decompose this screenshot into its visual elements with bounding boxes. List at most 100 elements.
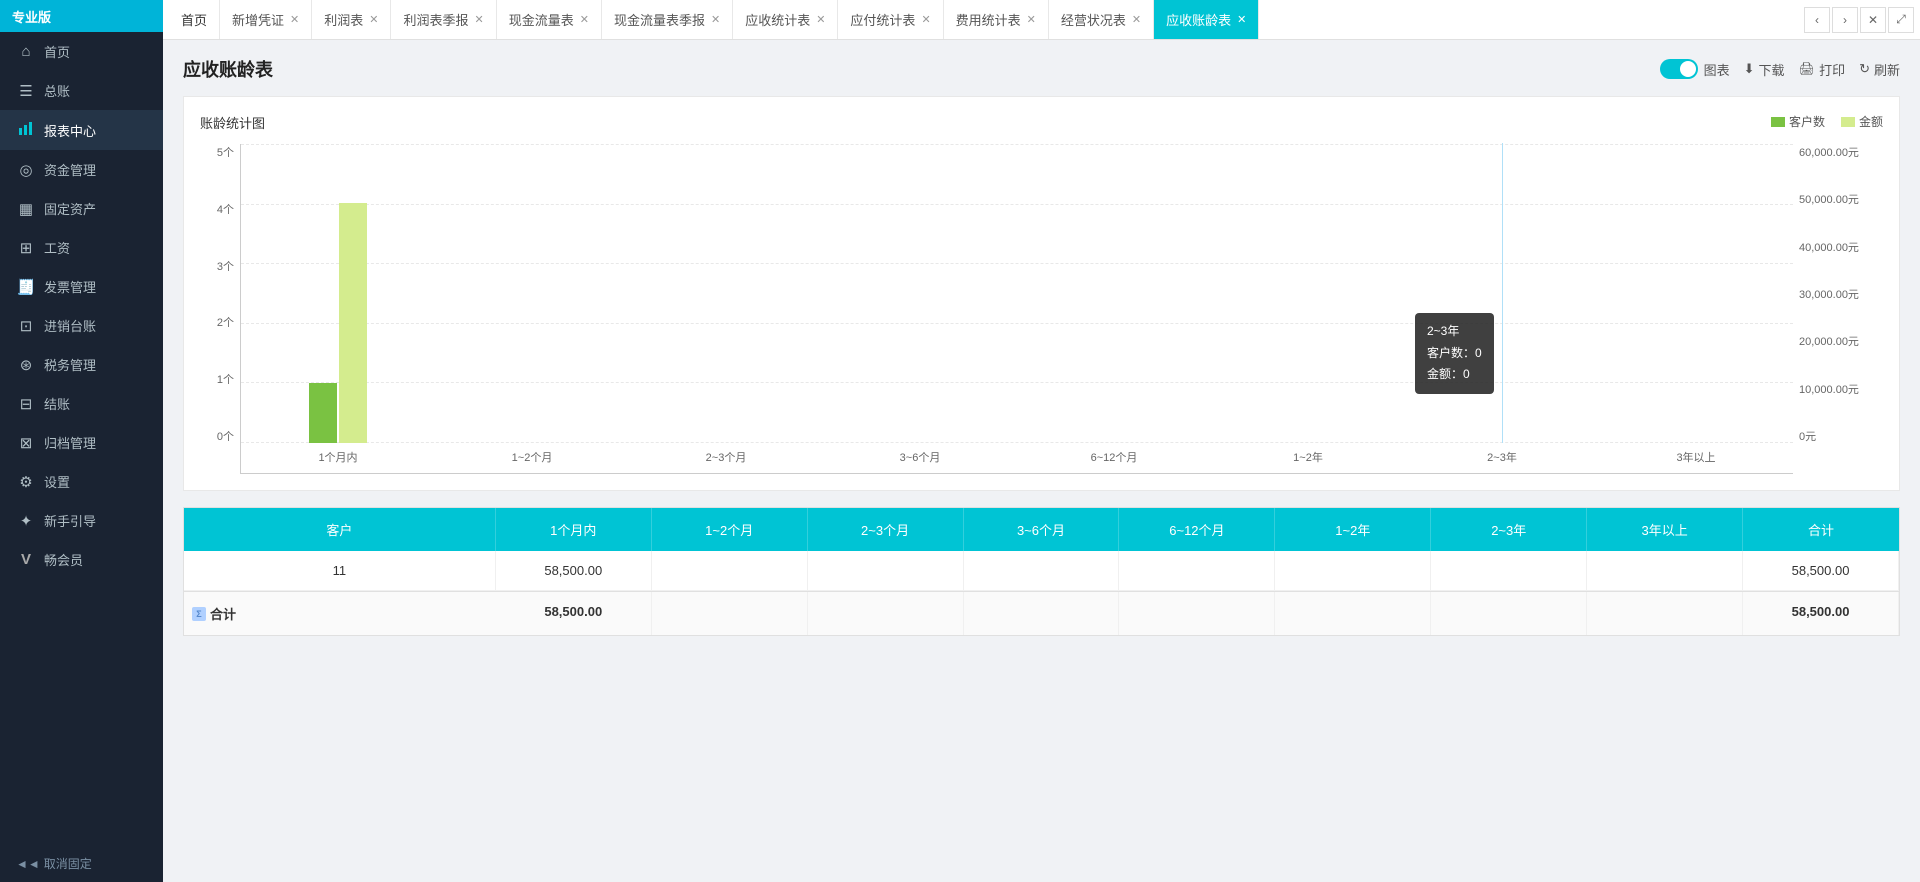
sidebar-item-guide[interactable]: ✦ 新手引导 [0,501,163,540]
collapse-icon: ◄◄ [16,857,40,871]
tab-close-icon[interactable]: ✕ [290,13,299,26]
tab-profit[interactable]: 利润表 ✕ [312,0,391,40]
tab-voucher[interactable]: 新增凭证 ✕ [220,0,312,40]
tab-cashflow-quarter[interactable]: 现金流量表季报 ✕ [602,0,733,40]
y-label: 1个 [217,371,234,387]
x-label-2: 2~3个月 [629,443,823,473]
th-year3plus: 3年以上 [1587,508,1743,551]
amount-bar-0[interactable] [339,203,367,443]
print-button[interactable]: 🖨 打印 [1799,60,1846,79]
download-icon: ⬇ [1744,61,1755,77]
footer-month12 [652,592,808,635]
th-month36: 3~6个月 [964,508,1120,551]
th-total: 合计 [1743,508,1899,551]
tooltip-amount: 金额：0 [1427,364,1482,386]
toggle-track[interactable] [1660,59,1698,79]
x-label-6: 2~3年 [1405,443,1599,473]
tab-close-icon[interactable]: ✕ [580,13,589,26]
tab-next-button[interactable]: › [1832,7,1858,33]
tab-business-stat[interactable]: 经营状况表 ✕ [1049,0,1154,40]
tab-close-icon[interactable]: ✕ [711,13,720,26]
sidebar-item-archive[interactable]: ⊠ 归档管理 [0,423,163,462]
tab-bar: 首页 新增凭证 ✕ 利润表 ✕ 利润表季报 ✕ 现金流量表 ✕ 现金流量表季报 … [163,0,1920,40]
chart-inner: 2~3年 客户数：0 金额：0 1个月内 [240,144,1793,474]
legend-customer-label: 客户数 [1789,113,1825,130]
y-right-label: 30,000.00元 [1799,286,1859,302]
assets-icon: ▦ [16,200,36,218]
sidebar-item-settings[interactable]: ⚙ 设置 [0,462,163,501]
tab-expand-button[interactable]: ⤢ [1888,7,1914,33]
x-label-3: 3~6个月 [823,443,1017,473]
x-label-1: 1~2个月 [435,443,629,473]
x-label-4: 6~12个月 [1017,443,1211,473]
td-total: 58,500.00 [1743,551,1899,590]
footer-month36 [964,592,1120,635]
download-button[interactable]: ⬇ 下载 [1744,60,1785,79]
legend-amount-color [1841,117,1855,127]
sidebar-item-label: 设置 [44,472,70,491]
chart-toggle[interactable]: 图表 [1660,59,1730,79]
sidebar-item-label: 报表中心 [44,121,96,140]
y-label: 3个 [217,258,234,274]
tab-close-all-button[interactable]: ✕ [1860,7,1886,33]
tab-receivable-stat[interactable]: 应收统计表 ✕ [733,0,838,40]
tab-close-icon[interactable]: ✕ [1027,13,1036,26]
tab-label: 应收统计表 [745,10,810,29]
tooltip-label: 2~3年 [1427,321,1482,343]
bars-area: 2~3年 客户数：0 金额：0 [241,144,1793,443]
stock-icon: ⊡ [16,317,36,335]
sidebar-item-label: 进销台账 [44,316,96,335]
vip-icon: V [16,551,36,568]
page-header: 应收账龄表 图表 ⬇ 下载 🖨 打印 ↻ 刷新 [183,56,1900,82]
tab-aging[interactable]: 应收账龄表 ✕ [1154,0,1259,40]
y-label: 5个 [217,144,234,160]
sidebar-item-payroll[interactable]: ⊞ 工资 [0,228,163,267]
sidebar-item-tax[interactable]: ⊛ 税务管理 [0,345,163,384]
chart-legend: 客户数 金额 [1771,113,1883,130]
sidebar-item-ledger[interactable]: ☰ 总账 [0,71,163,110]
download-label: 下载 [1759,60,1785,79]
sidebar-item-funds[interactable]: ◎ 资金管理 [0,150,163,189]
th-month612: 6~12个月 [1119,508,1275,551]
sidebar-item-close[interactable]: ⊟ 结账 [0,384,163,423]
td-month23 [808,551,964,590]
tab-prev-button[interactable]: ‹ [1804,7,1830,33]
legend-amount: 金额 [1841,113,1883,130]
sidebar-item-label: 资金管理 [44,160,96,179]
collapse-sidebar-button[interactable]: ◄◄ 取消固定 [0,845,163,882]
sidebar-item-reports[interactable]: 报表中心 [0,110,163,150]
table-row: 11 58,500.00 58,500.00 [184,551,1899,591]
sidebar-item-home[interactable]: ⌂ 首页 [0,32,163,71]
invoice-icon: 🧾 [16,278,36,296]
tab-cashflow[interactable]: 现金流量表 ✕ [497,0,602,40]
payroll-icon: ⊞ [16,239,36,257]
sidebar-item-stock[interactable]: ⊡ 进销台账 [0,306,163,345]
tab-profit-quarter[interactable]: 利润表季报 ✕ [391,0,496,40]
tab-close-icon[interactable]: ✕ [1237,13,1246,26]
tab-close-icon[interactable]: ✕ [475,13,484,26]
legend-customer-color [1771,117,1785,127]
sidebar-item-assets[interactable]: ▦ 固定资产 [0,189,163,228]
tab-close-icon[interactable]: ✕ [816,13,825,26]
tab-label: 经营状况表 [1061,10,1126,29]
refresh-button[interactable]: ↻ 刷新 [1859,60,1900,79]
y-right-label: 60,000.00元 [1799,144,1859,160]
customer-bar-0[interactable] [309,383,337,443]
gear-icon: ⚙ [16,473,36,491]
sidebar: 专业版 ⌂ 首页 ☰ 总账 报表中心 ◎ 资金管理 ▦ 固定资产 [0,0,163,882]
sidebar-item-vip[interactable]: V 畅会员 [0,540,163,579]
tab-close-icon[interactable]: ✕ [921,13,930,26]
page-content: 应收账龄表 图表 ⬇ 下载 🖨 打印 ↻ 刷新 [163,40,1920,882]
sigma-icon: Σ [192,607,206,621]
tab-close-icon[interactable]: ✕ [1132,13,1141,26]
th-month1: 1个月内 [496,508,652,551]
sidebar-item-invoice[interactable]: 🧾 发票管理 [0,267,163,306]
tab-expense-stat[interactable]: 费用统计表 ✕ [944,0,1049,40]
ledger-icon: ☰ [16,82,36,100]
refresh-label: 刷新 [1874,60,1900,79]
tab-home[interactable]: 首页 [169,0,220,40]
tab-close-icon[interactable]: ✕ [369,13,378,26]
tab-payable-stat[interactable]: 应付统计表 ✕ [838,0,943,40]
chart-container: 账龄统计图 客户数 金额 5个 4个 3个 2个 1个 [183,96,1900,491]
footer-year12 [1275,592,1431,635]
